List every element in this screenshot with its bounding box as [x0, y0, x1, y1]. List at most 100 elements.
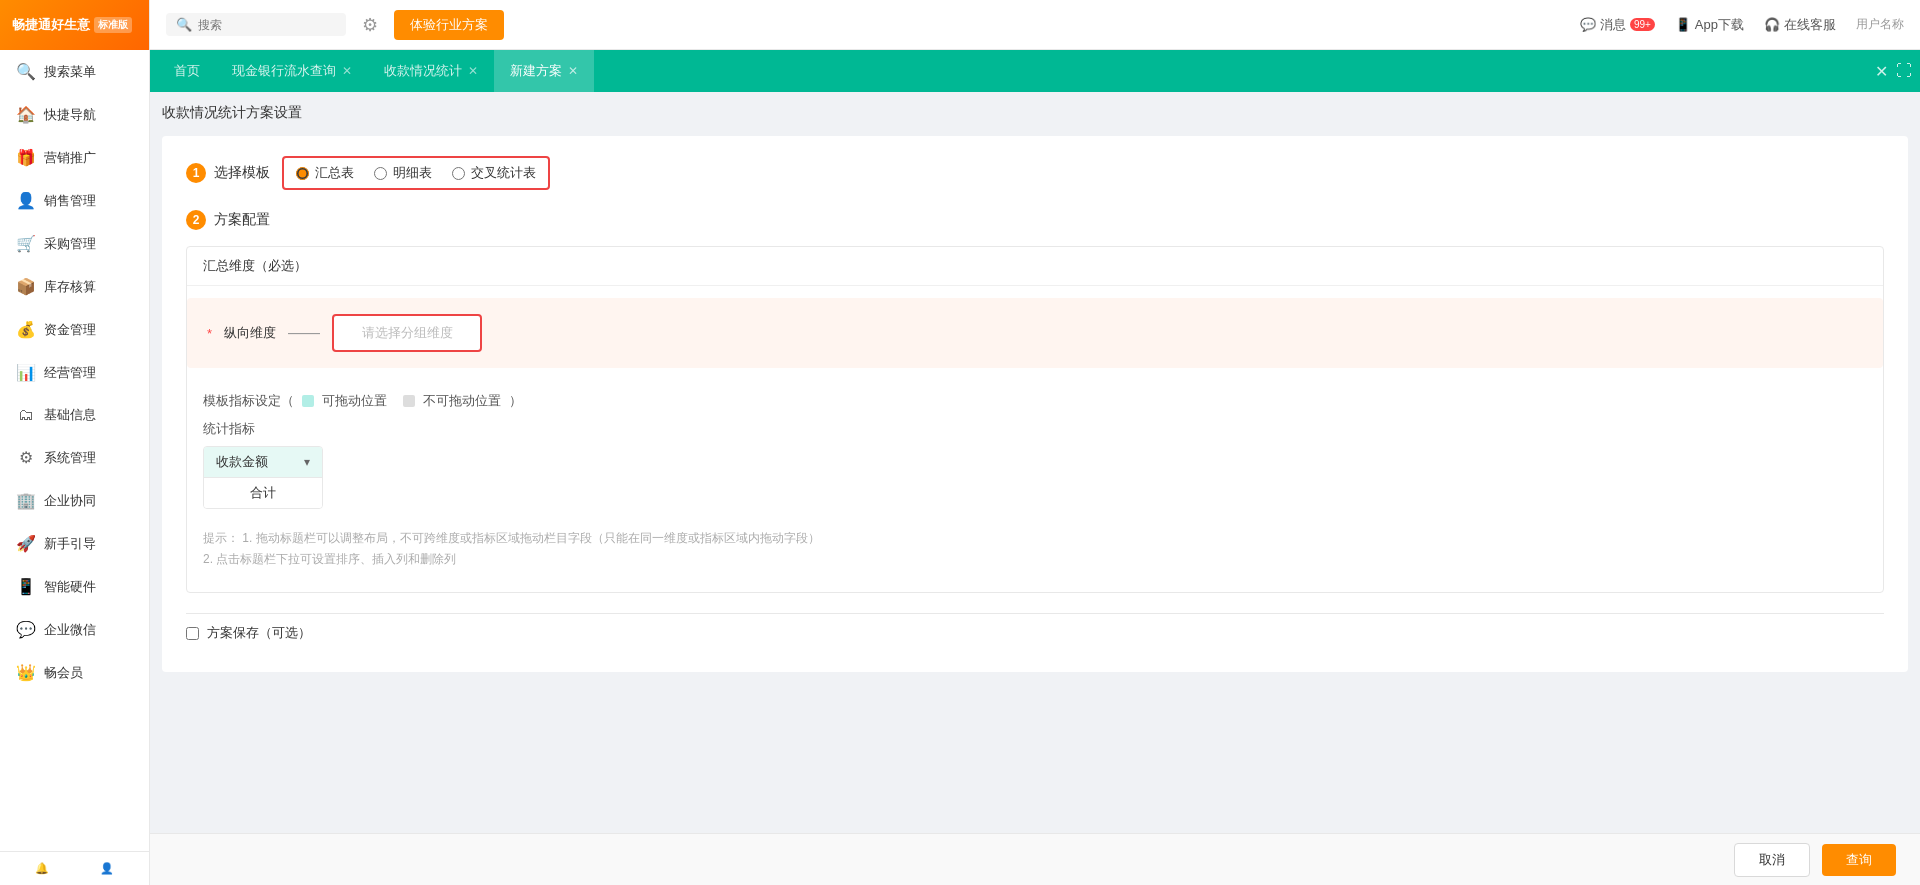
sidebar-item-guide[interactable]: 🚀新手引导	[0, 522, 149, 565]
metrics-table: 收款金额 ▾ 合计	[203, 446, 323, 509]
tab-label-bank-flow: 现金银行流水查询	[232, 62, 336, 80]
sidebar-label-sales: 销售管理	[44, 192, 96, 210]
sidebar-label-enterprise: 企业协同	[44, 492, 96, 510]
sidebar-label-wechat: 企业微信	[44, 621, 96, 639]
sidebar-label-inventory: 库存核算	[44, 278, 96, 296]
tab-close-bank-flow[interactable]: ✕	[342, 64, 352, 78]
radio-detail[interactable]: 明细表	[374, 164, 432, 182]
sidebar-label-member: 畅会员	[44, 664, 83, 682]
tabs-container: 首页现金银行流水查询✕收款情况统计✕新建方案✕	[158, 50, 594, 92]
sidebar-item-basic-info[interactable]: 🗂基础信息	[0, 394, 149, 436]
cancel-button[interactable]: 取消	[1734, 843, 1810, 877]
radio-detail-input[interactable]	[374, 167, 387, 180]
section-config: 2 方案配置 汇总维度（必选） * 纵向维度 ——	[186, 210, 1884, 593]
vertical-dimension-label: 纵向维度	[224, 324, 276, 342]
config-panel: 汇总维度（必选） * 纵向维度 —— 请选择分组维度	[186, 246, 1884, 593]
search-box[interactable]: 🔍	[166, 13, 346, 36]
dimension-select[interactable]: 请选择分组维度	[332, 314, 482, 352]
sidebar-icon-wechat: 💬	[16, 620, 36, 639]
sidebar-item-marketing[interactable]: 🎁 营销推广	[0, 136, 149, 179]
section1-num: 1	[186, 163, 206, 183]
sidebar-icon-guide: 🚀	[16, 534, 36, 553]
sidebar-item-operation[interactable]: 📊经营管理	[0, 351, 149, 394]
service-button[interactable]: 🎧 在线客服	[1764, 16, 1836, 34]
main-content: 🔍 ⚙ 体验行业方案 💬 消息 99+ 📱 App下载 🎧 在线客服 用户名称 …	[150, 0, 1920, 885]
radio-cross-label: 交叉统计表	[471, 164, 536, 182]
tab-bank-flow[interactable]: 现金银行流水查询 ✕	[216, 50, 368, 92]
metrics-section: 模板指标设定（ 可拖动位置 不可拖动位置 ） 统计指标 收款金额 ▾	[187, 380, 1883, 592]
sidebar-item-wechat[interactable]: 💬 企业微信	[0, 608, 149, 651]
service-label: 在线客服	[1784, 16, 1836, 34]
confirm-button[interactable]: 查询	[1822, 844, 1896, 876]
draggable-hint-label: 可拖动位置	[322, 392, 387, 410]
tab-label-new-plan: 新建方案	[510, 62, 562, 80]
sidebar-icon-finance: 💰	[16, 320, 36, 339]
trial-button[interactable]: 体验行业方案	[394, 10, 504, 40]
sidebar-bottom: 🔔 👤	[0, 851, 149, 885]
section-template: 1 选择模板 汇总表 明细表 交叉统计表	[186, 156, 1884, 190]
radio-cross[interactable]: 交叉统计表	[452, 164, 536, 182]
tip-1: 提示： 1. 拖动标题栏可以调整布局，不可跨维度或指标区域拖动栏目字段（只能在同…	[203, 530, 1867, 547]
sidebar-item-enterprise[interactable]: 🏢 企业协同	[0, 479, 149, 522]
sidebar-item-member[interactable]: 👑畅会员	[0, 651, 149, 694]
sidebar-label-system: 系统管理	[44, 449, 96, 467]
username: 用户名称	[1856, 16, 1904, 33]
message-button[interactable]: 💬 消息 99+	[1580, 16, 1655, 34]
tab-close-receipt-stats[interactable]: ✕	[468, 64, 478, 78]
section2-num: 2	[186, 210, 206, 230]
radio-detail-label: 明细表	[393, 164, 432, 182]
draggable-hint-dot	[302, 395, 314, 407]
metrics-label-row: 模板指标设定（ 可拖动位置 不可拖动位置 ）	[203, 392, 1867, 410]
close-tab-button[interactable]: ✕	[1875, 62, 1888, 81]
sidebar-icon-enterprise: 🏢	[16, 491, 36, 510]
radio-summary-input[interactable]	[296, 167, 309, 180]
radio-cross-input[interactable]	[452, 167, 465, 180]
dimension-header-label: 汇总维度（必选）	[203, 258, 307, 273]
sidebar-label-basic-info: 基础信息	[44, 406, 96, 424]
sidebar-item-sales[interactable]: 👤 销售管理	[0, 179, 149, 222]
metrics-table-row: 合计	[204, 477, 322, 508]
sidebar-item-hardware[interactable]: 📱 智能硬件	[0, 565, 149, 608]
logo-text: 畅捷通好生意	[12, 16, 90, 34]
save-checkbox[interactable]	[186, 627, 199, 640]
metrics-label-prefix: 模板指标设定（	[203, 392, 294, 410]
tab-home[interactable]: 首页	[158, 50, 216, 92]
sidebar-item-inventory[interactable]: 📦库存核算	[0, 265, 149, 308]
service-icon: 🎧	[1764, 17, 1780, 32]
tabbar: 首页现金银行流水查询✕收款情况统计✕新建方案✕ ✕ ⛶	[150, 50, 1920, 92]
section2-header: 2 方案配置	[186, 210, 1884, 230]
settings-icon[interactable]: ⚙	[362, 14, 378, 36]
sidebar-label-finance: 资金管理	[44, 321, 96, 339]
version-badge: 标准版	[94, 17, 132, 33]
fixed-hint-label: 不可拖动位置	[423, 392, 501, 410]
maximize-tab-button[interactable]: ⛶	[1896, 62, 1912, 80]
tab-receipt-stats[interactable]: 收款情况统计✕	[368, 50, 494, 92]
sidebar-item-quick-nav[interactable]: 🏠快捷导航	[0, 93, 149, 136]
sidebar-label-marketing: 营销推广	[44, 149, 96, 167]
sidebar-icon-quick-nav: 🏠	[16, 105, 36, 124]
sidebar-icon-hardware: 📱	[16, 577, 36, 596]
fixed-hint-dot	[403, 395, 415, 407]
metrics-dropdown-icon[interactable]: ▾	[304, 455, 310, 469]
sidebar-item-search-menu[interactable]: 🔍搜索菜单	[0, 50, 149, 93]
footer: 取消 查询	[150, 833, 1920, 885]
metrics-label-suffix: ）	[509, 392, 522, 410]
topbar-right: 💬 消息 99+ 📱 App下载 🎧 在线客服 用户名称	[1580, 16, 1904, 34]
sidebar-label-operation: 经营管理	[44, 364, 96, 382]
sidebar-item-system[interactable]: ⚙系统管理	[0, 436, 149, 479]
sidebar-label-hardware: 智能硬件	[44, 578, 96, 596]
radio-summary[interactable]: 汇总表	[296, 164, 354, 182]
download-button[interactable]: 📱 App下载	[1675, 16, 1744, 34]
page-title: 收款情况统计方案设置	[162, 104, 1908, 122]
sidebar-bottom-icon-1[interactable]: 🔔	[35, 862, 49, 875]
sidebar-icon-sales: 👤	[16, 191, 36, 210]
template-options-box: 汇总表 明细表 交叉统计表	[282, 156, 550, 190]
sidebar-item-finance[interactable]: 💰 资金管理	[0, 308, 149, 351]
tab-new-plan[interactable]: 新建方案 ✕	[494, 50, 594, 92]
sidebar-item-purchase[interactable]: 🛒采购管理	[0, 222, 149, 265]
sidebar-icon-marketing: 🎁	[16, 148, 36, 167]
sidebar-bottom-icon-2[interactable]: 👤	[100, 862, 114, 875]
search-input[interactable]	[198, 18, 328, 32]
tab-close-new-plan[interactable]: ✕	[568, 64, 578, 78]
save-section: 方案保存（可选）	[186, 613, 1884, 652]
